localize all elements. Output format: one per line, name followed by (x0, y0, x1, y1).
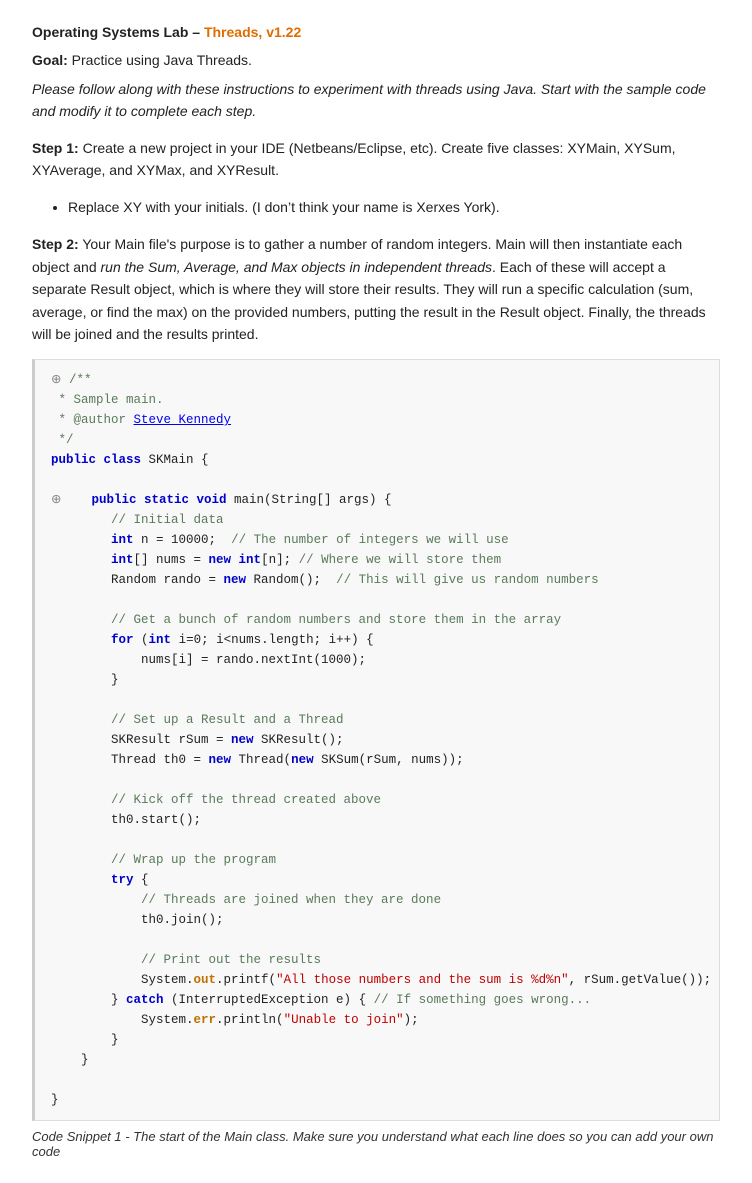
page-title: Operating Systems Lab – Threads, v1.22 (32, 24, 720, 40)
bullet-item-1: Replace XY with your initials. (I don’t … (68, 196, 720, 220)
step1-block: Step 1: Create a new project in your IDE… (32, 137, 720, 182)
step1-text: Create a new project in your IDE (Netbea… (32, 140, 676, 178)
step2-text: Your Main file's purpose is to gather a … (32, 236, 706, 342)
title-link[interactable]: Threads, v1.22 (204, 24, 301, 40)
bullet-list: Replace XY with your initials. (I don’t … (68, 196, 720, 220)
goal-label: Goal: (32, 52, 68, 68)
code-block: ⊕ /** * Sample main. * @author Steve Ken… (32, 359, 720, 1121)
step1-label: Step 1: (32, 140, 79, 156)
goal-line: Goal: Practice using Java Threads. (32, 52, 720, 68)
step2-block: Step 2: Your Main file's purpose is to g… (32, 233, 720, 345)
title-prefix: Operating Systems Lab – (32, 24, 204, 40)
intro-paragraph: Please follow along with these instructi… (32, 78, 720, 123)
caption: Code Snippet 1 - The start of the Main c… (32, 1129, 720, 1159)
goal-text: Practice using Java Threads. (72, 52, 252, 68)
step2-label: Step 2: (32, 236, 79, 252)
